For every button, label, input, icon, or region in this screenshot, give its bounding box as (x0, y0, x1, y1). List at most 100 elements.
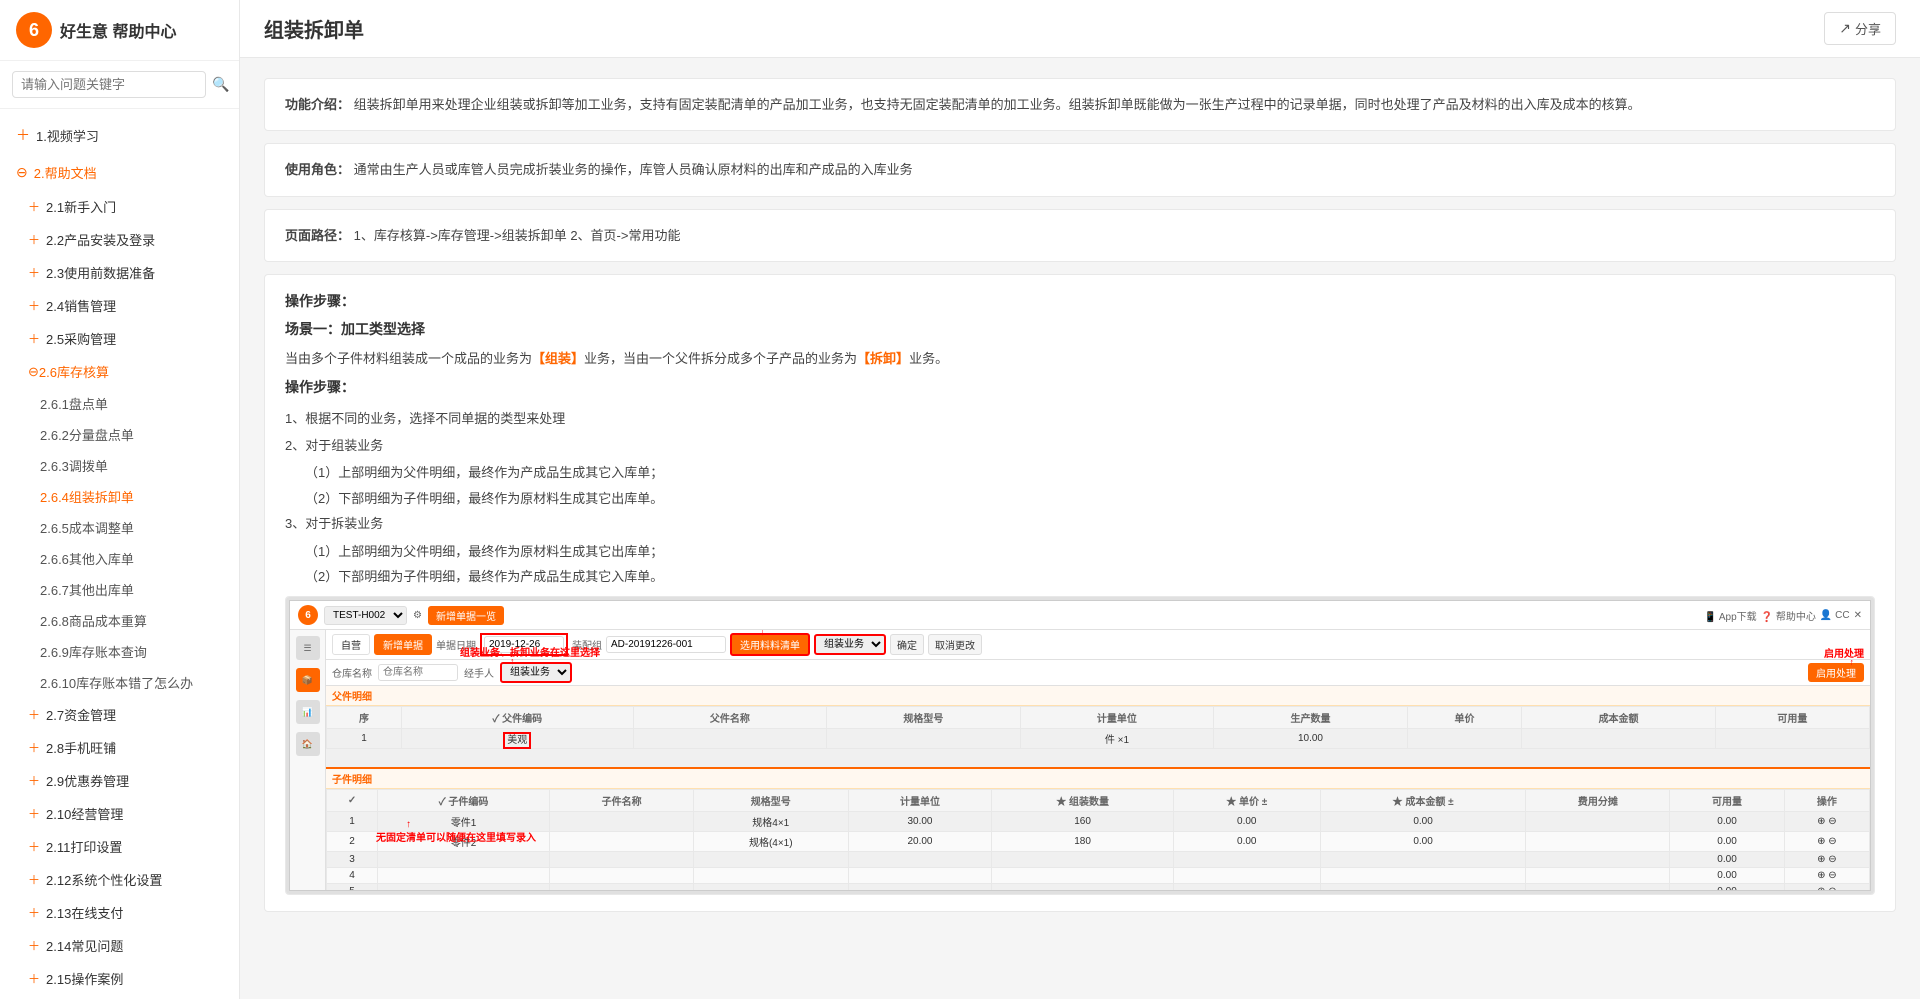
mock-tab-1[interactable]: 自营 (332, 634, 370, 655)
mock-bot-col-name: 子件名称 (550, 790, 694, 812)
mock-close-icon[interactable]: ✕ (1854, 610, 1862, 621)
sidebar-item-videos[interactable]: ＋ 1.视频学习 (0, 117, 239, 153)
mock-bot-col-unit: 计量单位 (848, 790, 992, 812)
expand-icon-install: ＋ (28, 231, 40, 248)
mock-bot-col-cost2: 费用分摊 (1526, 790, 1670, 812)
mock-cell-price (1407, 729, 1522, 749)
sidebar-leaf-split-stocktake[interactable]: 2.6.2分量盘点单 (0, 419, 239, 450)
mock-bot-table: ✓ ✓ 子件编码 子件名称 规格型号 计量单位 ★ 组装数量 ★ 单价 ± (326, 789, 1870, 890)
sidebar-leaf-other-in[interactable]: 2.6.6其他入库单 (0, 543, 239, 574)
table-row: 50.00⊕ ⊖ (327, 884, 1870, 891)
screenshot-container: 6 TEST-H002 ⚙ 新增单据一览 📱 App下载 ❓ 帮助中心 👤 CC… (285, 596, 1875, 895)
step3: 3、对于拆装业务 (285, 512, 1875, 535)
annotation-arrow-1: ↓ (760, 630, 765, 638)
sidebar-item-docs[interactable]: ⊖ 2.帮助文档 (0, 155, 239, 190)
share-label: 分享 (1855, 19, 1881, 38)
expand-icon-customize: ＋ (28, 871, 40, 888)
mock-col-qty: 生产数量 (1214, 707, 1408, 729)
collapse-icon: ⊖ (16, 164, 28, 181)
sidebar-leaf-cost-adjust[interactable]: 2.6.5成本调整单 (0, 512, 239, 543)
mock-nav-icon-3[interactable]: 📊 (296, 700, 320, 724)
mock-annotation-1-wrap: 有装配清单的在这里处理 ↓ 选用料料清单 (730, 633, 810, 656)
sidebar-item-videos-label: 1.视频学习 (36, 126, 99, 145)
sidebar-leaf-transfer[interactable]: 2.6.3调拨单 (0, 450, 239, 481)
mock-tab-2[interactable]: 新增单据 (374, 634, 432, 655)
annotation-5-label: 无固定清单可以随便在这里填写录入 (376, 829, 536, 844)
sidebar-item-purchase[interactable]: ＋ 2.5采购管理 (0, 322, 239, 355)
sidebar-item-coupon[interactable]: ＋ 2.9优惠券管理 (0, 764, 239, 797)
mock-bom-btn[interactable]: 选用料料清单 (730, 633, 810, 656)
page-title: 组装拆卸单 (264, 14, 364, 43)
table-row: 30.00⊕ ⊖ (327, 852, 1870, 868)
mock-enable-btn[interactable]: 启用处理 (1808, 663, 1864, 682)
sidebar-item-sales[interactable]: ＋ 2.4销售管理 (0, 289, 239, 322)
mock-company-select[interactable]: TEST-H002 (324, 606, 407, 625)
sidebar-item-capital[interactable]: ＋ 2.7资金管理 (0, 698, 239, 731)
sidebar-item-install[interactable]: ＋ 2.2产品安装及登录 (0, 223, 239, 256)
sidebar-item-faq[interactable]: ＋ 2.14常见问题 (0, 929, 239, 962)
mock-user-icon: 👤 CC (1820, 610, 1850, 621)
share-button[interactable]: ↗ 分享 (1824, 12, 1896, 45)
sidebar-leaf-cost-recalc[interactable]: 2.6.8商品成本重算 (0, 605, 239, 636)
logo-text: 好生意 帮助中心 (60, 18, 176, 42)
mock-cell-seq: 1 (327, 729, 402, 749)
mock-bot-col-cost1: ★ 成本金额 ± (1320, 790, 1526, 812)
sidebar-item-faq-label: 2.14常见问题 (46, 936, 123, 955)
mock-nav-icon-4[interactable]: 🏠 (296, 732, 320, 756)
mock-section-header-top: 父件明细 (326, 686, 1870, 706)
mock-type-select[interactable]: 组装业务 拆卸业务 (814, 634, 886, 655)
mock-new-btn[interactable]: 新增单据一览 (428, 606, 504, 625)
sidebar-item-cases[interactable]: ＋ 2.15操作案例 (0, 962, 239, 995)
sidebar-item-purchase-label: 2.5采购管理 (46, 329, 116, 348)
sidebar-item-mobile[interactable]: ＋ 2.8手机旺铺 (0, 731, 239, 764)
annotation-4-label: 启用处理 (1824, 645, 1864, 660)
mock-assembly-input[interactable] (606, 636, 726, 653)
sidebar-item-customize[interactable]: ＋ 2.12系统个性化设置 (0, 863, 239, 896)
mock-confirm-btn[interactable]: 确定 (890, 634, 924, 655)
mock-cancel-btn[interactable]: 取消更改 (928, 634, 982, 655)
mock-cell-cost (1522, 729, 1716, 749)
sidebar-item-inventory[interactable]: ⊖ 2.6库存核算 (0, 355, 239, 388)
sidebar-item-print-label: 2.11打印设置 (46, 837, 122, 856)
annotation-3-label: 组装业务、拆卸业务在这里选择 (460, 644, 600, 659)
mock-col-avail: 可用量 (1715, 707, 1869, 729)
sidebar-item-sales-label: 2.4销售管理 (46, 296, 116, 315)
mock-code-highlight: 美观 (503, 732, 531, 749)
mock-left-panel: ☰ 📦 📊 🏠 (290, 630, 326, 890)
sidebar-leaf-other-out[interactable]: 2.6.7其他出库单 (0, 574, 239, 605)
mock-bot-col-spec: 规格型号 (694, 790, 849, 812)
mock-toolbar-2: 仓库名称 经手人 组装业务、拆卸业务在这里选择 ↑ 组装业务 拆卸业务 (326, 660, 1870, 686)
annotation-arrow-4: ↑ (1850, 657, 1855, 667)
sidebar-item-coupon-label: 2.9优惠券管理 (46, 771, 129, 790)
mock-tables: 父件明细 序 ✓ 父件编码 父件名称 规格型号 (326, 686, 1870, 890)
mock-nav-icon-2[interactable]: 📦 (296, 668, 320, 692)
mock-cell-code: 美观 (402, 729, 634, 749)
sidebar-leaf-ledger-fix[interactable]: 2.6.10库存账本错了怎么办 (0, 667, 239, 698)
content-area: 功能介绍： 组装拆卸单用来处理企业组装或拆卸等加工业务，支持有固定装配清单的产品… (240, 58, 1920, 999)
sidebar-item-print[interactable]: ＋ 2.11打印设置 (0, 830, 239, 863)
mock-nav-icon-1[interactable]: ☰ (296, 636, 320, 660)
mock-logo: 6 (298, 605, 318, 625)
expand-icon-beginner: ＋ (28, 198, 40, 215)
mock-warehouse-input[interactable] (378, 664, 458, 681)
sidebar-leaf-stocktake[interactable]: 2.6.1盘点单 (0, 388, 239, 419)
mock-section-header-bot: 子件明细 (326, 769, 1870, 789)
sidebar-item-payment[interactable]: ＋ 2.13在线支付 (0, 896, 239, 929)
mock-cell-qty: 10.00 (1214, 729, 1408, 749)
ops-title: 操作步骤： (285, 291, 1875, 311)
sidebar-leaf-ledger-query[interactable]: 2.6.9库存账本查询 (0, 636, 239, 667)
step1: 1、根据不同的业务，选择不同单据的类型来处理 (285, 407, 1875, 430)
sidebar-item-mobile-label: 2.8手机旺铺 (46, 738, 116, 757)
mock-cell-name (633, 729, 827, 749)
mock-col-spec: 规格型号 (827, 707, 1021, 729)
mock-cell-avail (1715, 729, 1869, 749)
search-input[interactable] (12, 71, 206, 98)
sidebar-item-prepare[interactable]: ＋ 2.3使用前数据准备 (0, 256, 239, 289)
mock-col-price: 单价 (1407, 707, 1522, 729)
sidebar-leaf-assembly[interactable]: 2.6.4组装拆卸单 (0, 481, 239, 512)
sidebar-item-beginner[interactable]: ＋ 2.1新手入门 (0, 190, 239, 223)
sidebar-item-ops[interactable]: ＋ 2.10经营管理 (0, 797, 239, 830)
search-button[interactable]: 🔍 (206, 72, 235, 97)
main-content: 组装拆卸单 ↗ 分享 功能介绍： 组装拆卸单用来处理企业组装或拆卸等加工业务，支… (240, 0, 1920, 999)
mock-person-text: 经手人 (464, 665, 494, 680)
